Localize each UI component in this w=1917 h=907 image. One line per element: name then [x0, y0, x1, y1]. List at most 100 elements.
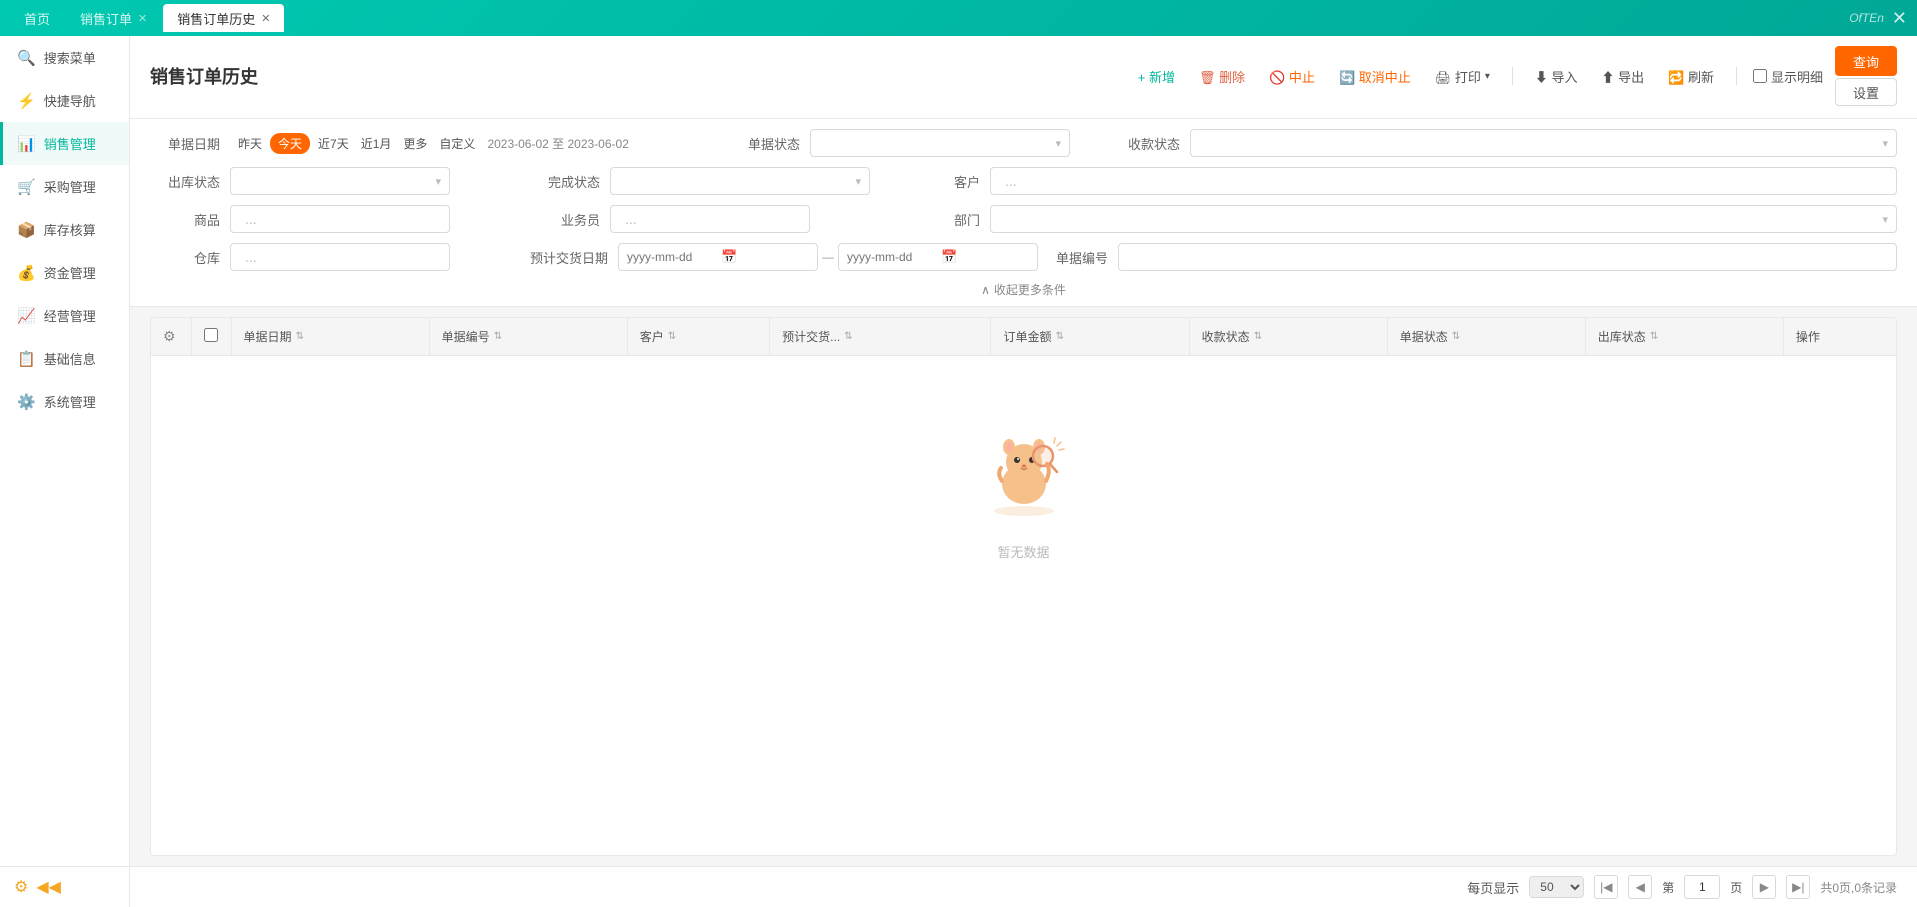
completion-status-label: 完成状态: [530, 172, 610, 191]
page-number-input[interactable]: [1684, 875, 1720, 899]
voucher-status-arrow-icon: ▾: [1055, 137, 1061, 150]
tab-sales-order-close[interactable]: ✕: [138, 12, 147, 25]
tab-sales-order-history-close[interactable]: ✕: [261, 12, 270, 25]
print-button-label: 🖨 打印: [1435, 67, 1481, 86]
th-outbound-status[interactable]: 出库状态 ⇅: [1585, 318, 1783, 356]
refresh-button[interactable]: 🔁 刷新: [1662, 63, 1720, 90]
date-btn-today[interactable]: 今天: [270, 133, 310, 154]
estimated-delivery-label: 预计交货日期: [530, 248, 618, 267]
toolbar: + 新增 🗑 删除 🚫 中止 🔄 取消中止 🖨 打印 ▾: [1132, 46, 1897, 106]
customer-input[interactable]: ...: [990, 167, 1897, 195]
warehouse-input[interactable]: ...: [230, 243, 450, 271]
th-customer[interactable]: 客户 ⇅: [627, 318, 769, 356]
sidebar-item-inventory-check-label: 库存核算: [44, 220, 96, 239]
estimated-delivery-from-field[interactable]: [627, 250, 717, 264]
settings-button[interactable]: 设置: [1835, 78, 1897, 106]
receipt-status-label: 收款状态: [1110, 134, 1190, 153]
select-all-checkbox[interactable]: [204, 328, 218, 342]
estimated-delivery-from-input[interactable]: 📅: [618, 243, 818, 271]
date-btn-1month[interactable]: 近1月: [357, 133, 396, 154]
sidebar-item-purchase-mgmt[interactable]: 🛒 采购管理: [0, 165, 129, 208]
more-conditions-toggle[interactable]: ∧ 收起更多条件: [150, 281, 1897, 298]
product-label: 商品: [150, 210, 230, 229]
content-area: 销售订单历史 + 新增 🗑 删除 🚫 中止 🔄 取消中止: [130, 36, 1917, 907]
sidebar-item-inventory-check[interactable]: 📦 库存核算: [0, 208, 129, 251]
delete-button[interactable]: 🗑 删除: [1193, 63, 1251, 90]
date-btn-7days[interactable]: 近7天: [314, 133, 353, 154]
pagination-prev-btn[interactable]: ◀: [1628, 875, 1652, 899]
th-gear[interactable]: ⚙: [151, 318, 191, 356]
fund-mgmt-icon: 💰: [17, 264, 36, 282]
window-close-icon[interactable]: ✕: [1892, 8, 1907, 29]
department-arrow-icon: ▾: [1882, 213, 1888, 226]
filter-voucher-date-cell: 单据日期 昨天 今天 近7天 近1月 更多 自定义 2023-06-02 至 2…: [150, 133, 730, 154]
th-voucher-status[interactable]: 单据状态 ⇅: [1387, 318, 1585, 356]
sidebar-collapse-icon[interactable]: ◀◀: [36, 877, 61, 897]
cancel-stop-button[interactable]: 🔄 取消中止: [1333, 63, 1417, 90]
salesperson-input[interactable]: ...: [610, 205, 810, 233]
refresh-button-label: 🔁 刷新: [1668, 67, 1714, 86]
sort-receipt-status-icon: ⇅: [1254, 331, 1262, 342]
voucher-number-input[interactable]: [1118, 243, 1897, 271]
filter-department-cell: 部门 ▾: [910, 205, 1897, 233]
page-size-select[interactable]: 50 10 20 100: [1529, 876, 1584, 898]
filter-voucher-status-cell: 单据状态 ▾: [730, 129, 1110, 157]
sidebar-item-fund-mgmt[interactable]: 💰 资金管理: [0, 251, 129, 294]
gear-icon[interactable]: ⚙: [163, 328, 176, 344]
th-order-amount[interactable]: 订单金额 ⇅: [991, 318, 1189, 356]
voucher-status-label: 单据状态: [730, 134, 810, 153]
date-btn-more[interactable]: 更多: [399, 133, 431, 154]
pagination-last-btn[interactable]: ▶|: [1786, 875, 1810, 899]
product-input[interactable]: ...: [230, 205, 450, 233]
th-outbound-status-label: 出库状态: [1598, 328, 1646, 345]
outbound-status-select[interactable]: ▾: [230, 167, 450, 195]
date-btn-custom[interactable]: 自定义: [435, 133, 479, 154]
pagination-first-btn[interactable]: |◀: [1594, 875, 1618, 899]
tab-sales-order-history[interactable]: 销售订单历史 ✕: [163, 4, 284, 32]
sidebar-item-basic-info[interactable]: 📋 基础信息: [0, 337, 129, 380]
date-btn-yesterday[interactable]: 昨天: [234, 133, 266, 154]
voucher-status-select[interactable]: ▾: [810, 129, 1070, 157]
empty-state-row: 暂无数据: [151, 356, 1896, 622]
sidebar-item-operation-mgmt[interactable]: 📈 经营管理: [0, 294, 129, 337]
page-number-prefix: 第: [1662, 879, 1674, 896]
print-arrow-icon: ▾: [1485, 71, 1490, 82]
table-container: ⚙ 单据日期 ⇅: [150, 317, 1897, 856]
pagination-next-btn[interactable]: ▶: [1752, 875, 1776, 899]
estimated-delivery-to-input[interactable]: 📅: [838, 243, 1038, 271]
filter-customer-cell: 客户 ...: [910, 167, 1897, 195]
tab-home[interactable]: 首页: [10, 4, 64, 32]
print-button[interactable]: 🖨 打印 ▾: [1429, 63, 1496, 90]
receipt-status-select[interactable]: ▾: [1190, 129, 1897, 157]
export-button[interactable]: ⬆ 导出: [1596, 63, 1651, 90]
empty-state: 暂无数据: [151, 356, 1896, 621]
tab-sales-order[interactable]: 销售订单 ✕: [66, 4, 161, 32]
new-button[interactable]: + 新增: [1132, 63, 1181, 90]
th-operations: 操作: [1783, 318, 1896, 356]
query-button[interactable]: 查询: [1835, 46, 1897, 76]
sidebar-item-basic-info-label: 基础信息: [44, 349, 96, 368]
import-button[interactable]: ⬇ 导入: [1529, 63, 1584, 90]
toolbar-divider-1: [1512, 67, 1513, 85]
completion-status-select[interactable]: ▾: [610, 167, 870, 195]
filter-salesperson-cell: 业务员 ...: [530, 205, 910, 233]
department-select[interactable]: ▾: [990, 205, 1897, 233]
sidebar-item-search-menu[interactable]: 🔍 搜索菜单: [0, 36, 129, 79]
often-label: OfTEn: [1849, 11, 1884, 25]
salesperson-label: 业务员: [530, 210, 610, 229]
sidebar-settings-icon[interactable]: ⚙: [14, 877, 28, 897]
warehouse-label: 仓库: [150, 248, 230, 267]
th-voucher-number[interactable]: 单据编号 ⇅: [429, 318, 627, 356]
th-voucher-date[interactable]: 单据日期 ⇅: [231, 318, 429, 356]
import-button-label: ⬇ 导入: [1535, 67, 1578, 86]
filter-warehouse-cell: 仓库 ...: [150, 243, 530, 271]
display-detail-checkbox[interactable]: [1753, 69, 1767, 83]
sort-voucher-number-icon: ⇅: [494, 331, 502, 342]
th-est-delivery[interactable]: 预计交货... ⇅: [770, 318, 991, 356]
sidebar-item-sales-mgmt[interactable]: 📊 销售管理: [0, 122, 129, 165]
th-receipt-status[interactable]: 收款状态 ⇅: [1189, 318, 1387, 356]
sidebar-item-quick-nav[interactable]: ⚡ 快捷导航: [0, 79, 129, 122]
sidebar-item-system-mgmt[interactable]: ⚙️ 系统管理: [0, 380, 129, 423]
estimated-delivery-to-field[interactable]: [847, 250, 937, 264]
stop-button[interactable]: 🚫 中止: [1263, 63, 1321, 90]
